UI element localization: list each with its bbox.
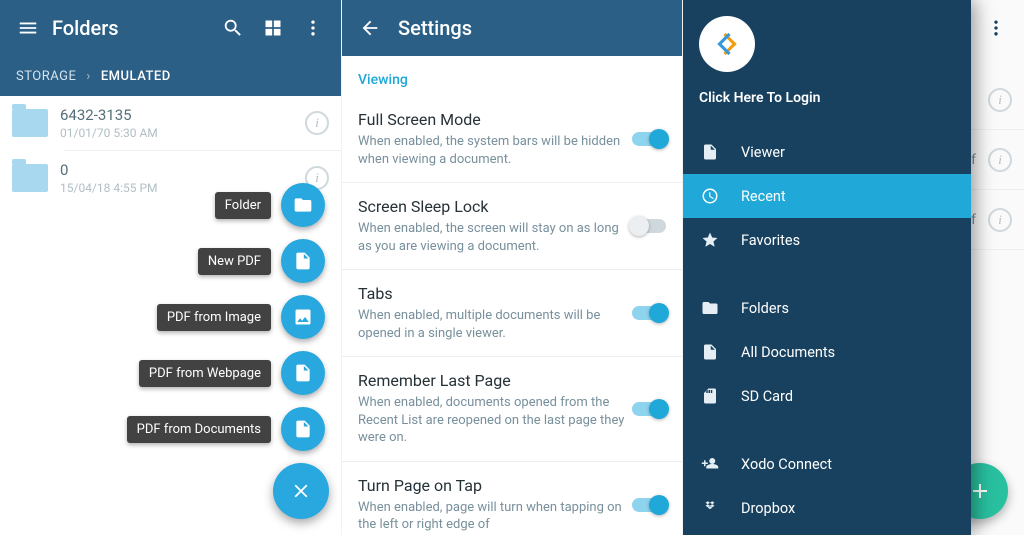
search-icon[interactable]: [213, 8, 253, 48]
nav-label: Favorites: [741, 232, 800, 249]
setting-desc: When enabled, the screen will stay on as…: [358, 220, 666, 255]
setting-title: Turn Page on Tap: [358, 476, 666, 495]
person-add-icon: [701, 455, 719, 473]
toggle-switch[interactable]: [632, 306, 666, 320]
setting-sleep-lock[interactable]: Screen Sleep Lock When enabled, the scre…: [342, 183, 682, 270]
file-icon[interactable]: [281, 407, 325, 451]
folders-header: Folders: [0, 0, 341, 56]
setting-tabs[interactable]: Tabs When enabled, multiple documents wi…: [342, 270, 682, 357]
star-icon: [701, 231, 719, 249]
fab-label: New PDF: [198, 248, 271, 275]
setting-title: Full Screen Mode: [358, 110, 666, 129]
crumb-emulated[interactable]: EMULATED: [101, 69, 171, 84]
nav-recent[interactable]: Recent: [683, 174, 971, 218]
nav-label: Dropbox: [741, 500, 795, 517]
file-icon[interactable]: [281, 351, 325, 395]
folder-item[interactable]: 6432-3135 01/01/70 5:30 AM i: [0, 96, 341, 150]
folder-name: 6432-3135: [60, 106, 293, 124]
setting-title: Screen Sleep Lock: [358, 197, 666, 216]
view-toggle-icon[interactable]: [253, 8, 293, 48]
setting-full-screen[interactable]: Full Screen Mode When enabled, the syste…: [342, 96, 682, 183]
section-viewing: Viewing: [342, 56, 682, 96]
clock-icon: [701, 187, 719, 205]
setting-desc: When enabled, multiple documents will be…: [358, 307, 666, 342]
menu-icon[interactable]: [8, 8, 48, 48]
toggle-switch[interactable]: [632, 498, 666, 512]
file-icon: [701, 143, 719, 161]
setting-turn-page[interactable]: Turn Page on Tap When enabled, page will…: [342, 462, 682, 535]
fab-option-pdf-image[interactable]: PDF from Image: [157, 295, 325, 339]
breadcrumb[interactable]: STORAGE › EMULATED: [0, 56, 341, 96]
toggle-switch[interactable]: [632, 132, 666, 146]
fab-label: PDF from Image: [157, 304, 271, 331]
fab-option-pdf-documents[interactable]: PDF from Documents: [127, 407, 325, 451]
login-link[interactable]: Click Here To Login: [699, 90, 955, 106]
fab-option-new-pdf[interactable]: New PDF: [198, 239, 325, 283]
info-icon[interactable]: i: [305, 111, 329, 135]
info-icon[interactable]: i: [988, 88, 1012, 112]
folder-icon[interactable]: [281, 183, 325, 227]
setting-title: Remember Last Page: [358, 371, 666, 390]
setting-desc: When enabled, documents opened from the …: [358, 394, 666, 447]
setting-title: Tabs: [358, 284, 666, 303]
app-logo: [699, 16, 755, 72]
nav-label: Folders: [741, 300, 789, 317]
nav-label: SD Card: [741, 388, 793, 405]
folder-icon: [12, 164, 48, 192]
nav-drawer: Click Here To Login Viewer Recent Favori…: [683, 0, 971, 535]
nav-folders[interactable]: Folders: [683, 286, 971, 330]
fab-label: PDF from Webpage: [139, 360, 271, 387]
chevron-right-icon: ›: [86, 69, 90, 84]
toggle-switch[interactable]: [632, 402, 666, 416]
setting-remember-page[interactable]: Remember Last Page When enabled, documen…: [342, 357, 682, 462]
image-icon[interactable]: [281, 295, 325, 339]
folder-date: 01/01/70 5:30 AM: [60, 126, 293, 140]
nav-viewer[interactable]: Viewer: [683, 130, 971, 174]
setting-desc: When enabled, page will turn when tappin…: [358, 499, 666, 534]
sd-card-icon: [701, 387, 719, 405]
folder-name: 0: [60, 161, 293, 179]
nav-sd-card[interactable]: SD Card: [683, 374, 971, 418]
folder-icon: [12, 109, 48, 137]
dropbox-icon: [701, 499, 719, 517]
fab-option-folder[interactable]: Folder: [215, 183, 325, 227]
nav-xodo-connect[interactable]: Xodo Connect: [683, 442, 971, 486]
nav-label: Xodo Connect: [741, 456, 832, 473]
file-icon: [701, 343, 719, 361]
nav-dropbox[interactable]: Dropbox: [683, 486, 971, 530]
nav-label: All Documents: [741, 344, 835, 361]
fab-label: Folder: [215, 192, 271, 219]
info-icon[interactable]: i: [988, 208, 1012, 232]
folder-icon: [701, 299, 719, 317]
page-title: Folders: [52, 16, 213, 40]
nav-label: Viewer: [741, 144, 785, 161]
more-icon[interactable]: [293, 8, 333, 48]
nav-favorites[interactable]: Favorites: [683, 218, 971, 262]
info-icon[interactable]: i: [988, 148, 1012, 172]
crumb-storage[interactable]: STORAGE: [16, 69, 76, 84]
more-icon[interactable]: [976, 0, 1016, 56]
page-title: Settings: [398, 16, 472, 40]
file-icon[interactable]: [281, 239, 325, 283]
nav-all-documents[interactable]: All Documents: [683, 330, 971, 374]
fab-menu: Folder New PDF PDF from Image PDF from W…: [127, 183, 325, 519]
toggle-switch[interactable]: [632, 219, 666, 233]
nav-label: Recent: [741, 188, 786, 205]
drawer-header: Click Here To Login: [683, 0, 971, 124]
fab-label: PDF from Documents: [127, 416, 271, 443]
fab-close-button[interactable]: [273, 463, 329, 519]
settings-header: Settings: [342, 0, 682, 56]
setting-desc: When enabled, the system bars will be hi…: [358, 133, 666, 168]
back-icon[interactable]: [350, 8, 390, 48]
fab-option-pdf-webpage[interactable]: PDF from Webpage: [139, 351, 325, 395]
